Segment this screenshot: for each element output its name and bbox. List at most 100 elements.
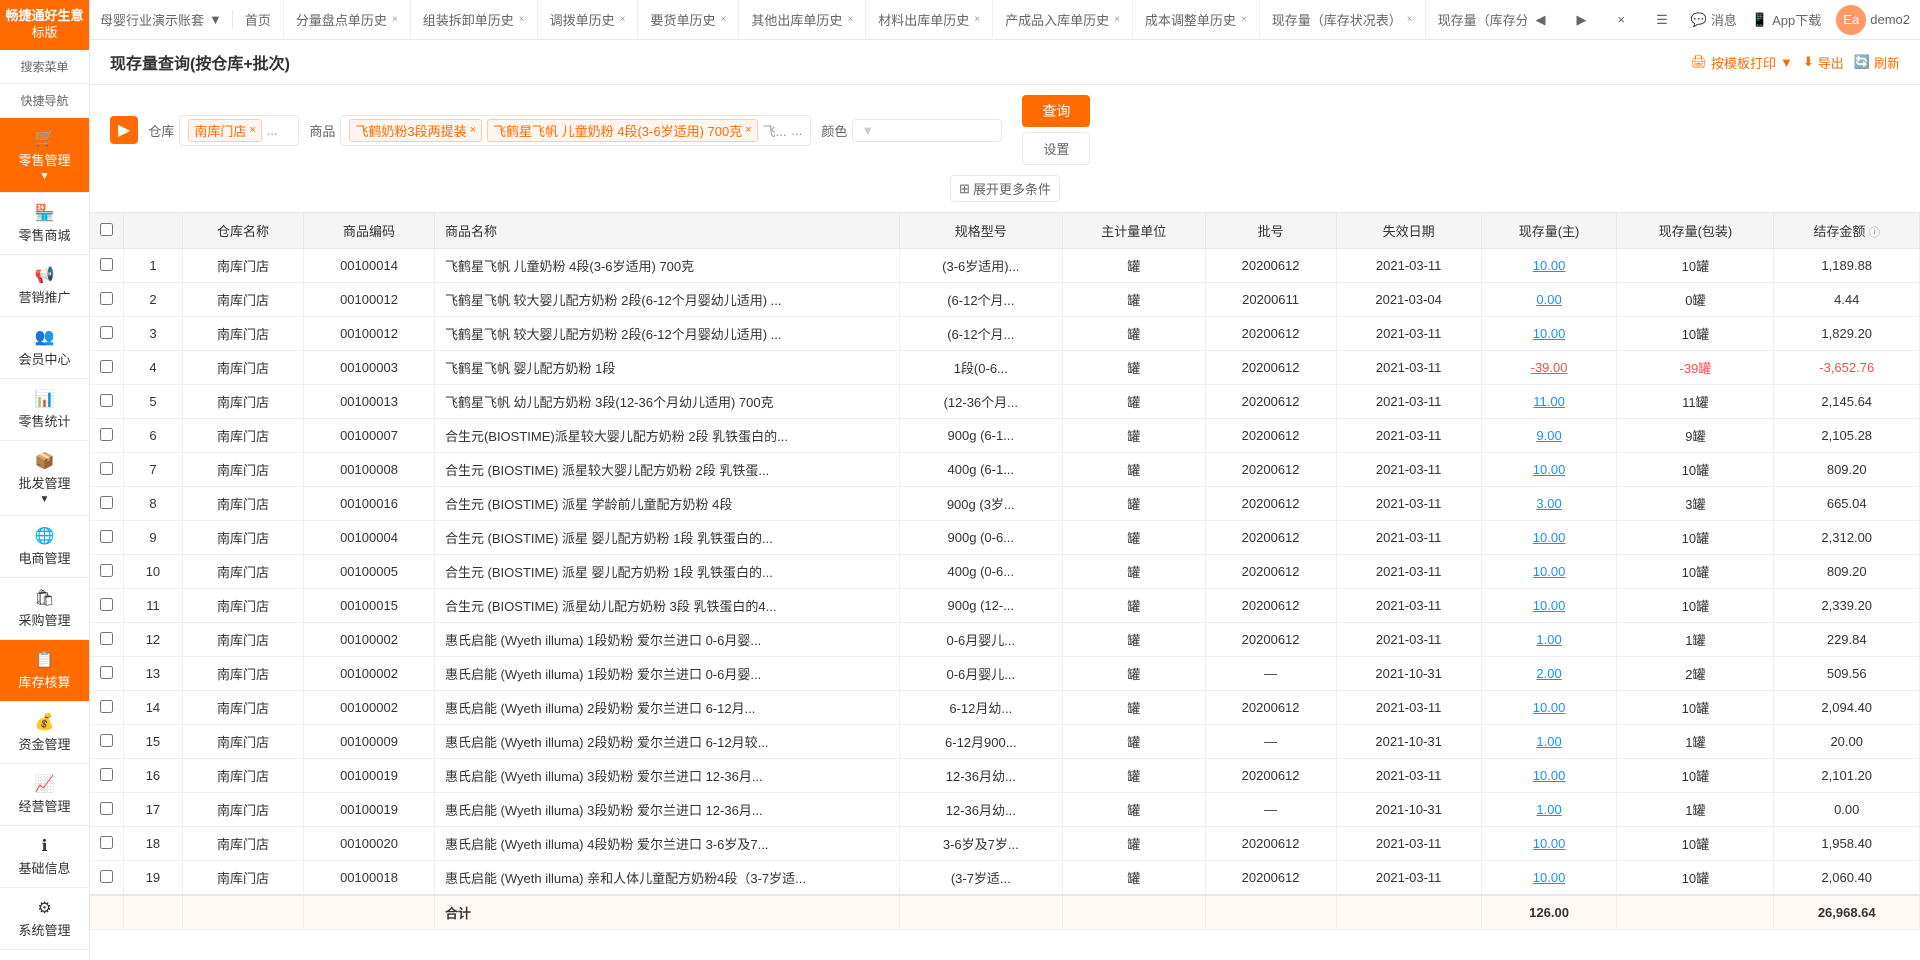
row-checkbox[interactable] bbox=[90, 589, 124, 623]
remove-warehouse-icon[interactable]: × bbox=[249, 124, 255, 136]
tab-transfer[interactable]: 调拨单历史 × bbox=[538, 0, 639, 40]
close-icon[interactable]: × bbox=[1114, 14, 1120, 25]
remove-product-1-icon[interactable]: × bbox=[470, 124, 476, 136]
expand-conditions-btn[interactable]: ⊞ 展开更多条件 bbox=[950, 175, 1060, 202]
row-checkbox[interactable] bbox=[90, 861, 124, 896]
row-select-checkbox[interactable] bbox=[100, 666, 113, 679]
sidebar-item-ecommerce[interactable]: 🌐 电商管理 bbox=[0, 516, 89, 578]
sidebar-item-finance[interactable]: 💰 资金管理 bbox=[0, 702, 89, 764]
filter-toggle-btn[interactable]: ▶ bbox=[110, 116, 138, 144]
tab-home[interactable]: 首页 bbox=[233, 0, 284, 40]
row-qty-main[interactable]: 11.00 bbox=[1481, 385, 1617, 419]
close-icon[interactable]: × bbox=[1407, 14, 1413, 25]
row-checkbox[interactable] bbox=[90, 759, 124, 793]
query-button[interactable]: 查询 bbox=[1022, 95, 1090, 127]
print-btn[interactable]: 🖨 按模板打印 ▼ bbox=[1690, 53, 1792, 72]
row-checkbox[interactable] bbox=[90, 623, 124, 657]
row-qty-main[interactable]: 10.00 bbox=[1481, 249, 1617, 283]
row-select-checkbox[interactable] bbox=[100, 734, 113, 747]
row-checkbox[interactable] bbox=[90, 657, 124, 691]
export-btn[interactable]: ⬇ 导出 bbox=[1803, 53, 1844, 72]
row-qty-main[interactable]: 3.00 bbox=[1481, 487, 1617, 521]
row-select-checkbox[interactable] bbox=[100, 360, 113, 373]
row-qty-main[interactable]: 1.00 bbox=[1481, 623, 1617, 657]
row-checkbox[interactable] bbox=[90, 827, 124, 861]
row-qty-main[interactable]: 10.00 bbox=[1481, 589, 1617, 623]
row-qty-main[interactable]: 10.00 bbox=[1481, 521, 1617, 555]
row-select-checkbox[interactable] bbox=[100, 870, 113, 883]
row-select-checkbox[interactable] bbox=[100, 394, 113, 407]
sidebar-item-marketing[interactable]: 📢 营销推广 bbox=[0, 255, 89, 317]
row-qty-main[interactable]: 1.00 bbox=[1481, 793, 1617, 827]
sidebar-item-purchase[interactable]: 🛍 采购管理 bbox=[0, 578, 89, 640]
row-checkbox[interactable] bbox=[90, 521, 124, 555]
sidebar-item-enterprise[interactable]: 🤝 企业协同 bbox=[0, 950, 89, 960]
row-qty-main[interactable]: 10.00 bbox=[1481, 827, 1617, 861]
sidebar-item-inventory[interactable]: 📋 库存核算 bbox=[0, 640, 89, 702]
row-checkbox[interactable] bbox=[90, 725, 124, 759]
row-select-checkbox[interactable] bbox=[100, 428, 113, 441]
sidebar-item-retail[interactable]: 🛒 零售管理 ▼ bbox=[0, 118, 89, 193]
sidebar-shortcut[interactable]: 快捷导航 bbox=[0, 84, 89, 118]
sidebar-search[interactable]: 搜索菜单 bbox=[0, 50, 89, 84]
sidebar-item-member[interactable]: 👥 会员中心 bbox=[0, 317, 89, 379]
tab-close-current[interactable]: × bbox=[1609, 7, 1633, 32]
col-header-checkbox[interactable] bbox=[90, 213, 124, 249]
tab-inventory-status[interactable]: 现存量（库存状况表） × bbox=[1260, 0, 1426, 40]
row-checkbox[interactable] bbox=[90, 691, 124, 725]
row-qty-main[interactable]: 10.00 bbox=[1481, 861, 1617, 896]
row-qty-main[interactable]: -39.00 bbox=[1481, 351, 1617, 385]
row-qty-main[interactable]: 1.00 bbox=[1481, 725, 1617, 759]
remove-product-2-icon[interactable]: × bbox=[745, 124, 751, 136]
row-checkbox[interactable] bbox=[90, 487, 124, 521]
row-checkbox[interactable] bbox=[90, 283, 124, 317]
sidebar-item-system[interactable]: ⚙ 系统管理 bbox=[0, 888, 89, 950]
row-qty-main[interactable]: 10.00 bbox=[1481, 317, 1617, 351]
row-checkbox[interactable] bbox=[90, 419, 124, 453]
brand-selector[interactable]: 母婴行业演示账套 ▼ bbox=[100, 10, 233, 29]
tab-cost-adjust[interactable]: 成本调整单历史 × bbox=[1133, 0, 1260, 40]
sidebar-item-operation[interactable]: 📈 经营管理 bbox=[0, 764, 89, 826]
message-btn[interactable]: 💬 消息 bbox=[1691, 10, 1737, 29]
product-tag-container[interactable]: 飞鹤奶粉3段两提装 × 飞鹤星飞帆 儿童奶粉 4段(3-6岁适用) 700克 ×… bbox=[340, 115, 811, 146]
row-select-checkbox[interactable] bbox=[100, 632, 113, 645]
app-download-btn[interactable]: 📱 App下载 bbox=[1752, 10, 1821, 29]
warehouse-tag-container[interactable]: 南库门店 × ... bbox=[179, 115, 299, 146]
tab-other-outbound[interactable]: 其他出库单历史 × bbox=[739, 0, 866, 40]
row-checkbox[interactable] bbox=[90, 793, 124, 827]
row-select-checkbox[interactable] bbox=[100, 530, 113, 543]
close-icon[interactable]: × bbox=[519, 14, 525, 25]
sidebar-item-basic[interactable]: ℹ 基础信息 bbox=[0, 826, 89, 888]
row-select-checkbox[interactable] bbox=[100, 496, 113, 509]
tab-partial-inventory[interactable]: 分量盘点单历史 × bbox=[284, 0, 411, 40]
refresh-btn[interactable]: 🔄 刷新 bbox=[1854, 53, 1900, 72]
row-checkbox[interactable] bbox=[90, 249, 124, 283]
row-checkbox[interactable] bbox=[90, 385, 124, 419]
tab-assembly[interactable]: 组装拆卸单历史 × bbox=[411, 0, 538, 40]
tab-product-inbound[interactable]: 产成品入库单历史 × bbox=[993, 0, 1133, 40]
row-qty-main[interactable]: 0.00 bbox=[1481, 283, 1617, 317]
row-select-checkbox[interactable] bbox=[100, 258, 113, 271]
tab-inventory-dist[interactable]: 现存量（库存分布表） × bbox=[1426, 0, 1528, 40]
row-qty-main[interactable]: 10.00 bbox=[1481, 555, 1617, 589]
row-select-checkbox[interactable] bbox=[100, 700, 113, 713]
row-qty-main[interactable]: 9.00 bbox=[1481, 419, 1617, 453]
product-ellipsis[interactable]: 飞... bbox=[763, 121, 787, 140]
close-icon[interactable]: × bbox=[1241, 14, 1247, 25]
close-icon[interactable]: × bbox=[974, 14, 980, 25]
tab-material-outbound[interactable]: 材料出库单历史 × bbox=[866, 0, 993, 40]
row-checkbox[interactable] bbox=[90, 317, 124, 351]
tab-requisition[interactable]: 要货单历史 × bbox=[638, 0, 739, 40]
user-profile[interactable]: Ea demo2 bbox=[1836, 5, 1910, 35]
close-icon[interactable]: × bbox=[847, 14, 853, 25]
tab-scroll-right[interactable]: ▶ bbox=[1568, 7, 1594, 33]
row-select-checkbox[interactable] bbox=[100, 836, 113, 849]
row-checkbox[interactable] bbox=[90, 351, 124, 385]
row-checkbox[interactable] bbox=[90, 453, 124, 487]
row-select-checkbox[interactable] bbox=[100, 598, 113, 611]
row-select-checkbox[interactable] bbox=[100, 326, 113, 339]
close-icon[interactable]: × bbox=[392, 14, 398, 25]
filter-product-more-icon[interactable]: ... bbox=[792, 123, 803, 138]
row-select-checkbox[interactable] bbox=[100, 802, 113, 815]
row-checkbox[interactable] bbox=[90, 555, 124, 589]
